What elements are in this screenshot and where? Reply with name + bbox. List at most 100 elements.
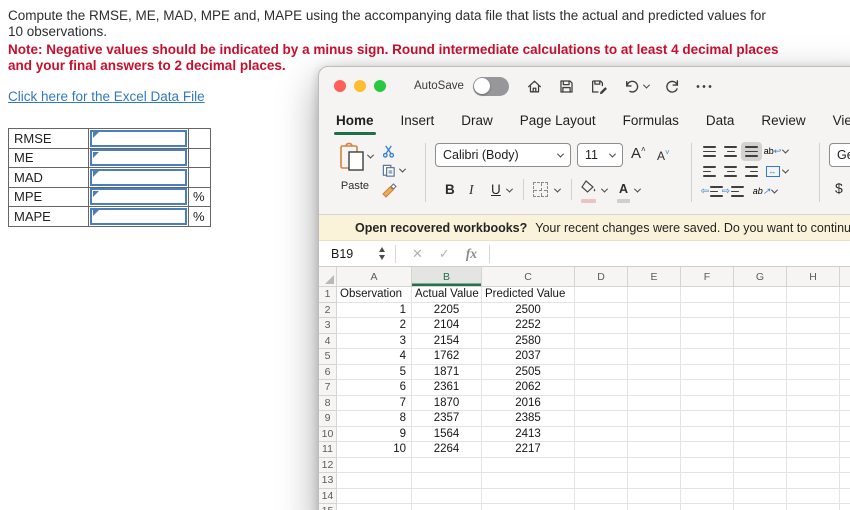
orientation-icon[interactable]: ab↗ — [751, 182, 772, 201]
cell-H15[interactable] — [787, 504, 840, 510]
answer-input-mape[interactable] — [90, 207, 187, 225]
cell-E2[interactable] — [628, 302, 681, 318]
cell-I4[interactable] — [840, 334, 850, 349]
answer-input-mad[interactable] — [90, 168, 187, 186]
italic-button[interactable]: I — [469, 182, 474, 198]
row-header-1[interactable]: 1 — [319, 287, 337, 303]
cell-G11[interactable] — [734, 442, 787, 458]
cell-G6[interactable] — [734, 364, 787, 380]
row-header-3[interactable]: 3 — [319, 318, 337, 334]
tab-view[interactable]: View — [833, 113, 850, 128]
cell-C6[interactable]: 2505 — [482, 364, 575, 380]
cell-F10[interactable] — [681, 426, 734, 442]
row-header-6[interactable]: 6 — [319, 364, 337, 380]
row-header-12[interactable]: 12 — [319, 457, 337, 473]
cell-C13[interactable] — [482, 473, 575, 489]
row-header-7[interactable]: 7 — [319, 380, 337, 396]
cell-D1[interactable] — [575, 287, 628, 303]
cell-F9[interactable] — [681, 411, 734, 427]
tab-draw[interactable]: Draw — [461, 113, 493, 128]
cell-E3[interactable] — [628, 318, 681, 334]
cell-G4[interactable] — [734, 333, 787, 349]
cell-H13[interactable] — [787, 473, 840, 489]
cell-B5[interactable]: 1762 — [412, 349, 482, 365]
cell-G3[interactable] — [734, 318, 787, 334]
cell-C12[interactable] — [482, 457, 575, 473]
cell-H12[interactable] — [787, 457, 840, 473]
insert-function-icon[interactable]: fx — [466, 246, 477, 262]
row-header-4[interactable]: 4 — [319, 333, 337, 349]
cell-I2[interactable] — [840, 303, 850, 318]
row-header-14[interactable]: 14 — [319, 488, 337, 504]
cell-G13[interactable] — [734, 473, 787, 489]
row-header-10[interactable]: 10 — [319, 426, 337, 442]
cell-C10[interactable]: 2413 — [482, 426, 575, 442]
cell-F6[interactable] — [681, 364, 734, 380]
cell-D3[interactable] — [575, 318, 628, 334]
cell-B7[interactable]: 2361 — [412, 380, 482, 396]
cell-F3[interactable] — [681, 318, 734, 334]
cell-A12[interactable] — [337, 457, 412, 473]
cell-B3[interactable]: 2104 — [412, 318, 482, 334]
cell-A13[interactable] — [337, 473, 412, 489]
cell-D13[interactable] — [575, 473, 628, 489]
cell-E11[interactable] — [628, 442, 681, 458]
grow-font-button[interactable]: A˄ — [631, 145, 646, 162]
row-header-11[interactable]: 11 — [319, 442, 337, 458]
column-header-H[interactable]: H — [787, 267, 840, 287]
paste-button[interactable]: Paste — [333, 142, 377, 192]
tab-insert[interactable]: Insert — [401, 113, 435, 128]
cell-B8[interactable]: 1870 — [412, 395, 482, 411]
cell-C9[interactable]: 2385 — [482, 411, 575, 427]
name-box[interactable]: B19 — [319, 247, 379, 261]
cell-D2[interactable] — [575, 302, 628, 318]
cell-B10[interactable]: 1564 — [412, 426, 482, 442]
row-header-5[interactable]: 5 — [319, 349, 337, 365]
cell-A5[interactable]: 4 — [337, 349, 412, 365]
cancel-entry-icon[interactable]: ✕ — [412, 246, 423, 262]
align-right-icon[interactable] — [741, 162, 762, 181]
cell-C3[interactable]: 2252 — [482, 318, 575, 334]
cell-A1[interactable]: Observation — [337, 287, 412, 303]
cell-H3[interactable] — [787, 318, 840, 334]
cell-A10[interactable]: 9 — [337, 426, 412, 442]
cell-I6[interactable] — [840, 365, 850, 380]
tab-page-layout[interactable]: Page Layout — [520, 113, 596, 128]
cell-E10[interactable] — [628, 426, 681, 442]
tab-home[interactable]: Home — [334, 113, 376, 135]
cell-F8[interactable] — [681, 395, 734, 411]
cell-F14[interactable] — [681, 488, 734, 504]
cell-I5[interactable] — [840, 349, 850, 365]
cell-F4[interactable] — [681, 333, 734, 349]
cell-B6[interactable]: 1871 — [412, 364, 482, 380]
cell-E4[interactable] — [628, 333, 681, 349]
cell-C2[interactable]: 2500 — [482, 302, 575, 318]
cell-A15[interactable] — [337, 504, 412, 510]
cell-A2[interactable]: 1 — [337, 302, 412, 318]
cell-D14[interactable] — [575, 488, 628, 504]
excel-data-file-link[interactable]: Click here for the Excel Data File — [8, 89, 205, 104]
cell-G5[interactable] — [734, 349, 787, 365]
confirm-entry-icon[interactable]: ✓ — [439, 246, 450, 262]
tab-data[interactable]: Data — [706, 113, 735, 128]
fill-color-chevron[interactable] — [600, 185, 609, 193]
cell-D7[interactable] — [575, 380, 628, 396]
cell-I11[interactable] — [840, 442, 850, 458]
answer-input-me[interactable] — [90, 149, 187, 167]
cell-C11[interactable]: 2217 — [482, 442, 575, 458]
cell-B4[interactable]: 2154 — [412, 333, 482, 349]
merge-center-icon[interactable]: ↔ — [762, 162, 783, 181]
cell-B11[interactable]: 2264 — [412, 442, 482, 458]
cell-H5[interactable] — [787, 349, 840, 365]
column-header-G[interactable]: G — [734, 267, 787, 287]
cell-I9[interactable] — [840, 411, 850, 427]
font-color-chevron[interactable] — [633, 185, 642, 193]
minimize-window-button[interactable] — [354, 80, 366, 92]
cell-A8[interactable]: 7 — [337, 395, 412, 411]
merge-center-chevron[interactable] — [781, 166, 790, 174]
cell-D5[interactable] — [575, 349, 628, 365]
cell-B9[interactable]: 2357 — [412, 411, 482, 427]
cell-E13[interactable] — [628, 473, 681, 489]
wrap-text-chevron[interactable] — [781, 146, 790, 154]
cell-A9[interactable]: 8 — [337, 411, 412, 427]
